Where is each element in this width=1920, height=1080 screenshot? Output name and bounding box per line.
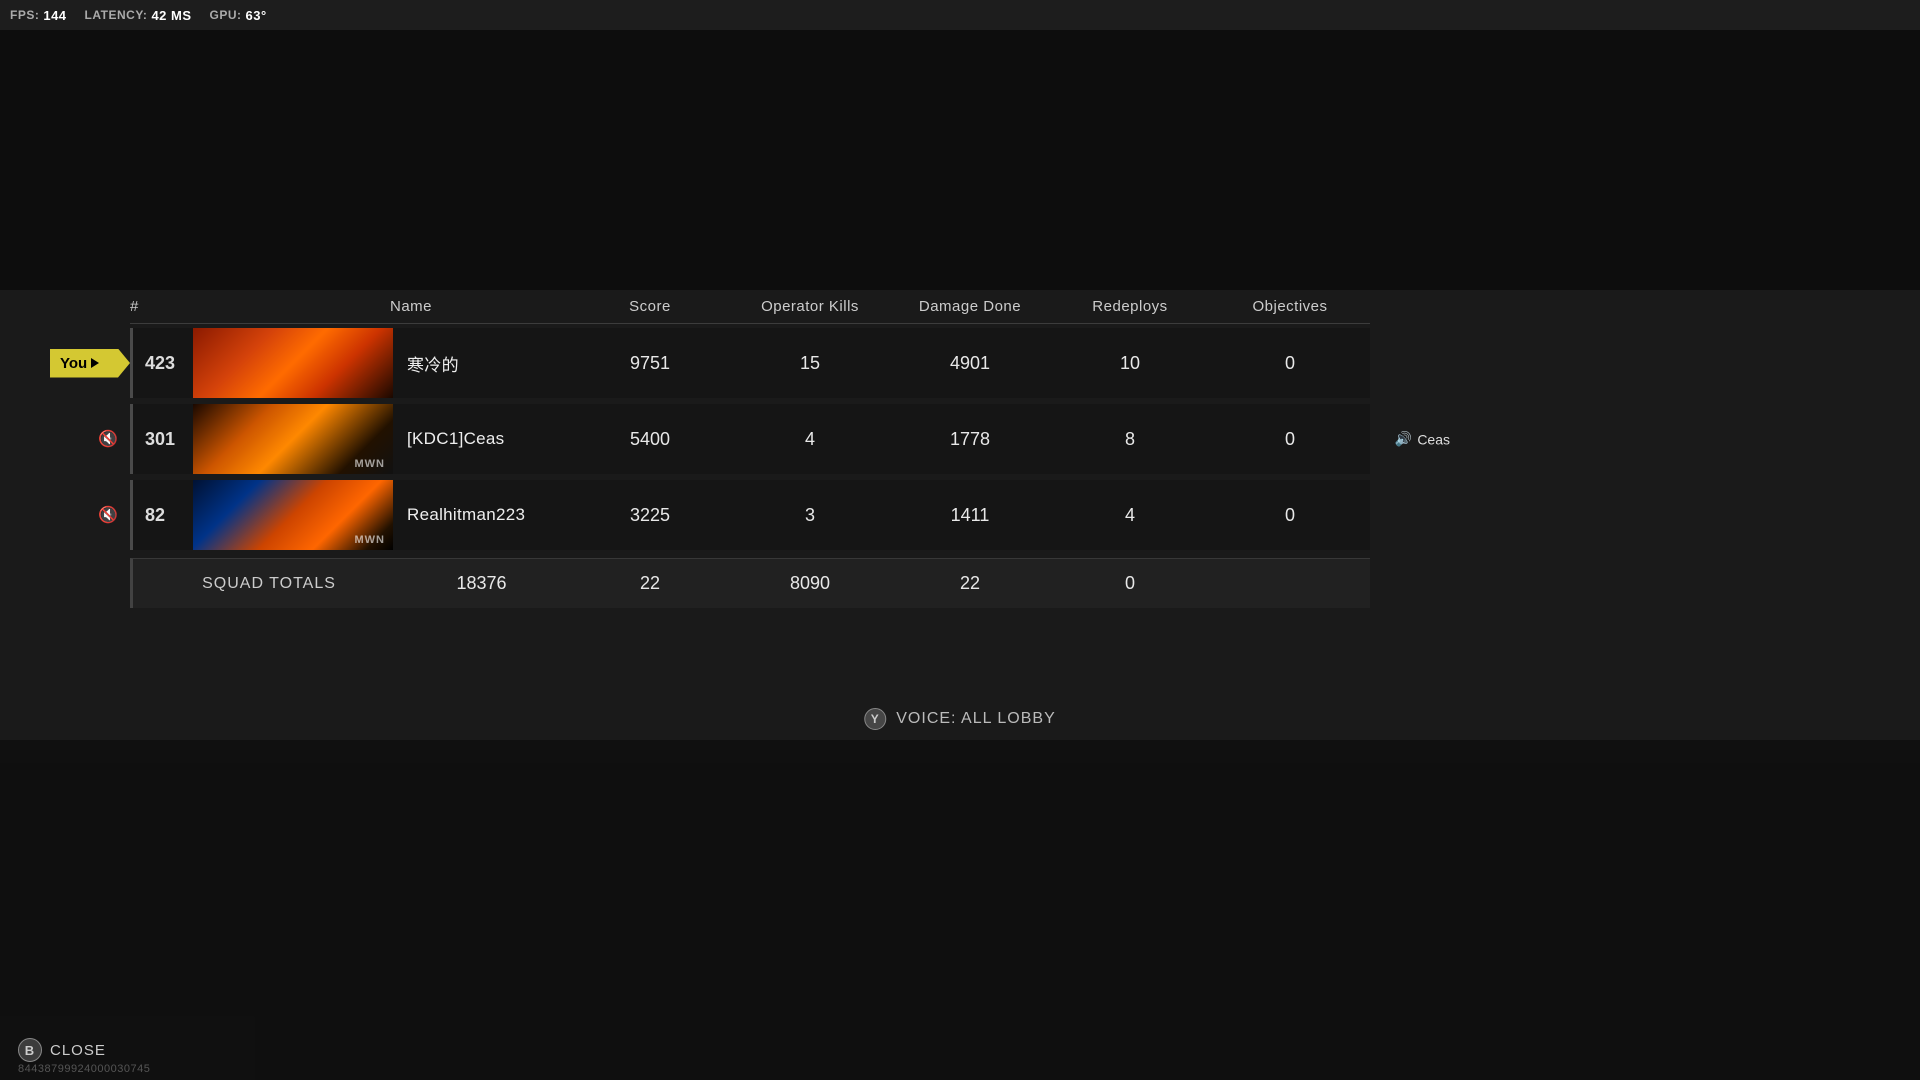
objectives-3: 0: [1210, 505, 1370, 526]
damage-1: 4901: [890, 353, 1050, 374]
player-row-2: 🔇 301 MWN [KDC1]Ceas 5400 4 1778 8 0 🔊 C…: [130, 404, 1370, 474]
name-2: [KDC1]Ceas: [393, 429, 570, 449]
totals-objectives: 0: [1050, 573, 1210, 594]
avatar-2: MWN: [193, 404, 393, 474]
voice-label: VOICE: ALL LOBBY: [896, 710, 1055, 728]
damage-2: 1778: [890, 429, 1050, 450]
mute-icon-3[interactable]: 🔇: [98, 505, 118, 525]
squad-totals-label: SQUAD TOTALS: [133, 575, 393, 593]
rank-3: 82: [133, 505, 193, 526]
latency-value: 42 MS: [151, 8, 191, 23]
rank-2: 301: [133, 429, 193, 450]
header-damage-done: Damage Done: [890, 298, 1050, 315]
objectives-1: 0: [1210, 353, 1370, 374]
b-button[interactable]: B: [18, 1038, 42, 1062]
avatar-3: MWN: [193, 480, 393, 550]
objectives-2: 0: [1210, 429, 1370, 450]
score-3: 3225: [570, 505, 730, 526]
score-1: 9751: [570, 353, 730, 374]
latency-display: LATENCY: 42 MS: [85, 8, 192, 23]
name-3: Realhitman223: [393, 505, 570, 525]
column-headers: # Name Score Operator Kills Damage Done …: [130, 290, 1370, 324]
totals-kills: 22: [570, 573, 730, 594]
latency-label: LATENCY:: [85, 8, 148, 22]
you-arrow-icon: [91, 358, 99, 368]
fps-value: 144: [43, 8, 66, 23]
damage-3: 1411: [890, 505, 1050, 526]
redeploys-3: 4: [1050, 505, 1210, 526]
redeploys-2: 8: [1050, 429, 1210, 450]
y-button[interactable]: Y: [864, 708, 886, 730]
mw-logo-3: MWN: [355, 534, 386, 546]
speaker-name-2: Ceas: [1417, 431, 1450, 447]
fps-label: FPS:: [10, 8, 39, 22]
gpu-display: GPU: 63°: [210, 8, 267, 23]
player-row-data-3: 82 MWN Realhitman223 3225 3 1411 4 0: [130, 480, 1370, 550]
squad-totals-row: SQUAD TOTALS 18376 22 8090 22 0: [130, 558, 1370, 608]
gpu-label: GPU:: [210, 8, 242, 22]
header-rank: #: [130, 298, 190, 315]
header-avatar-spacer: [190, 298, 390, 315]
totals-damage: 8090: [730, 573, 890, 594]
player-row-data-2: 301 MWN [KDC1]Ceas 5400 4 1778 8 0: [130, 404, 1370, 474]
redeploys-1: 10: [1050, 353, 1210, 374]
header-redeploys: Redeploys: [1050, 298, 1210, 315]
header-operator-kills: Operator Kills: [730, 298, 890, 315]
close-bar: B CLOSE: [18, 1038, 106, 1062]
you-badge: You: [50, 349, 130, 378]
header-name: Name: [390, 298, 570, 315]
voice-bar: Y VOICE: ALL LOBBY: [864, 708, 1055, 730]
header-objectives: Objectives: [1210, 298, 1370, 315]
hud-bar: FPS: 144 LATENCY: 42 MS GPU: 63°: [0, 0, 1920, 30]
header-score: Score: [570, 298, 730, 315]
rank-1: 423: [133, 353, 193, 374]
top-overlay: [0, 30, 1920, 290]
avatar-1: [193, 328, 393, 398]
kills-1: 15: [730, 353, 890, 374]
mw-logo-2: MWN: [355, 458, 386, 470]
player-row-you: You 423 寒冷的 9751 15 4901 10 0: [130, 328, 1370, 398]
speaker-icon-2: 🔊: [1395, 431, 1412, 448]
totals-redeploys: 22: [890, 573, 1050, 594]
kills-2: 4: [730, 429, 890, 450]
speaker-label-2: 🔊 Ceas: [1395, 431, 1450, 448]
fps-display: FPS: 144: [10, 8, 67, 23]
squad-totals-wrapper: SQUAD TOTALS 18376 22 8090 22 0: [130, 558, 1370, 608]
you-label: You: [60, 355, 87, 372]
player-row-data-1: 423 寒冷的 9751 15 4901 10 0: [130, 328, 1370, 398]
name-1: 寒冷的: [393, 351, 570, 376]
scoreboard: # Name Score Operator Kills Damage Done …: [130, 290, 1370, 608]
close-label: CLOSE: [50, 1042, 106, 1059]
score-2: 5400: [570, 429, 730, 450]
gpu-value: 63°: [246, 8, 267, 23]
bottom-overlay: [0, 740, 1920, 1080]
kills-3: 3: [730, 505, 890, 526]
mute-icon-2[interactable]: 🔇: [98, 429, 118, 449]
player-row-3: 🔇 82 MWN Realhitman223 3225 3 1411 4 0: [130, 480, 1370, 550]
session-id: 84438799924000030745: [18, 1063, 150, 1075]
totals-score: 18376: [393, 573, 570, 594]
